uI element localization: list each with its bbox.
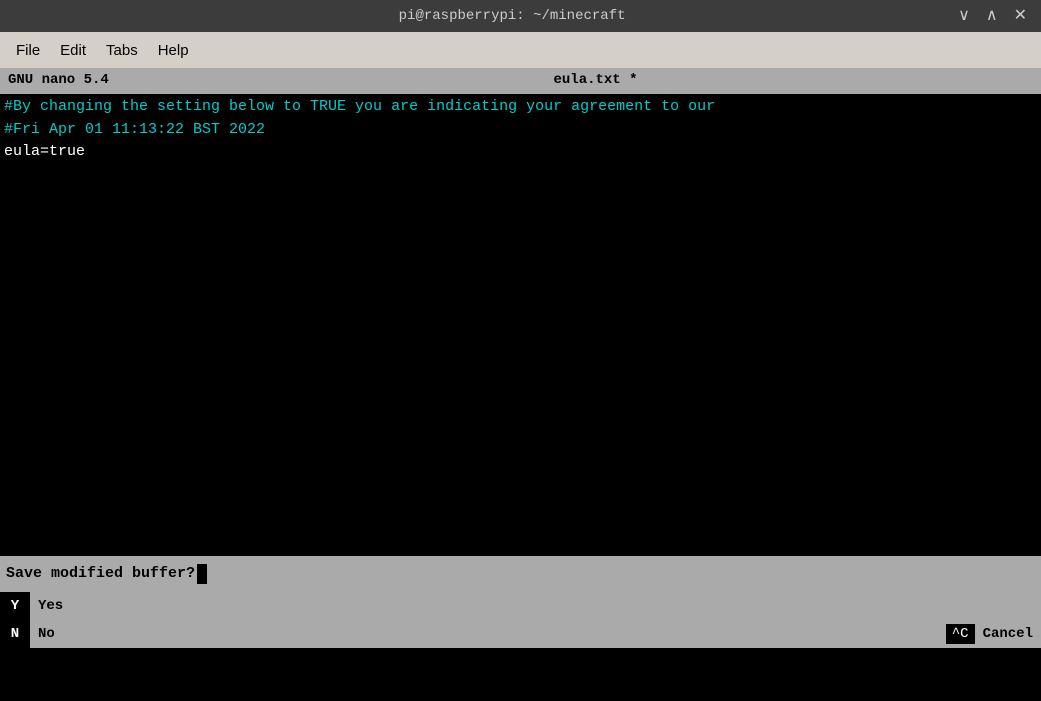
menu-edit[interactable]: Edit [52, 38, 94, 63]
yes-option-row[interactable]: Y Yes [0, 592, 1041, 620]
editor-line-2: #Fri Apr 01 11:13:22 BST 2022 [4, 119, 1037, 142]
terminal-window: pi@raspberrypi: ~/minecraft ∨ ∧ ✕ File E… [0, 0, 1041, 701]
save-prompt-text: Save modified buffer? [6, 565, 195, 582]
no-key: N [0, 620, 30, 648]
title-bar: pi@raspberrypi: ~/minecraft ∨ ∧ ✕ [0, 0, 1041, 32]
editor-line-1: #By changing the setting below to TRUE y… [4, 96, 1037, 119]
cancel-key: ^C [946, 624, 975, 644]
yes-label: Yes [30, 598, 1041, 614]
no-label: No [30, 626, 826, 642]
menu-help[interactable]: Help [150, 38, 197, 63]
maximize-button[interactable]: ∧ [982, 6, 1002, 26]
close-button[interactable]: ✕ [1010, 6, 1031, 26]
editor-body: GNU nano 5.4 eula.txt * #By changing the… [0, 68, 1041, 701]
editor-line-3: eula=true [4, 141, 1037, 164]
editor-empty-space [0, 166, 1041, 556]
cancel-label: Cancel [975, 626, 1041, 642]
nano-status-row: GNU nano 5.4 eula.txt * [0, 68, 1041, 94]
save-prompt-cursor [197, 564, 207, 584]
nano-version: GNU nano 5.4 [0, 68, 150, 94]
menu-bar: File Edit Tabs Help [0, 32, 1041, 68]
options-bar: Y Yes N No ^C Cancel [0, 592, 1041, 648]
menu-tabs[interactable]: Tabs [98, 38, 146, 63]
menu-file[interactable]: File [8, 38, 48, 63]
minimize-button[interactable]: ∨ [954, 6, 974, 26]
yes-key: Y [0, 592, 30, 620]
editor-content[interactable]: #By changing the setting below to TRUE y… [0, 94, 1041, 166]
nano-filename: eula.txt * [150, 68, 1041, 94]
window-title: pi@raspberrypi: ~/minecraft [70, 8, 954, 24]
save-prompt-bar: Save modified buffer? [0, 556, 1041, 592]
bottom-prompt-area: Save modified buffer? Y Yes N No ^C Canc… [0, 556, 1041, 648]
no-option-row[interactable]: N No ^C Cancel [0, 620, 1041, 648]
title-bar-controls: ∨ ∧ ✕ [954, 6, 1031, 26]
